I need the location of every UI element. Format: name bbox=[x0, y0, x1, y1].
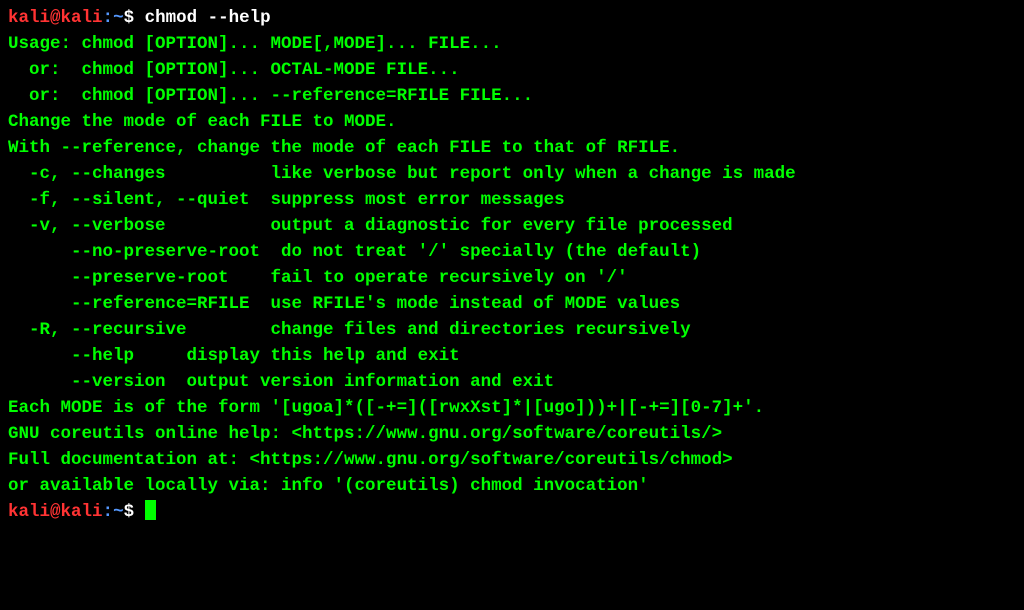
cursor-icon bbox=[145, 500, 156, 520]
output-line: Full documentation at: <https://www.gnu.… bbox=[8, 447, 1016, 473]
output-line: --version output version information and… bbox=[8, 369, 1016, 395]
prompt-user: kali bbox=[8, 8, 50, 28]
output-line: Each MODE is of the form '[ugoa]*([-+=](… bbox=[8, 395, 1016, 421]
prompt-line-1: kali@kali:~$ chmod --help bbox=[8, 5, 1016, 31]
output-line: -v, --verbose output a diagnostic for ev… bbox=[8, 213, 1016, 239]
prompt-path: ~ bbox=[113, 502, 124, 522]
output-line: -c, --changes like verbose but report on… bbox=[8, 161, 1016, 187]
output-line: --help display this help and exit bbox=[8, 343, 1016, 369]
output-line: or: chmod [OPTION]... --reference=RFILE … bbox=[8, 83, 1016, 109]
output-line: --reference=RFILE use RFILE's mode inste… bbox=[8, 291, 1016, 317]
command-input[interactable] bbox=[134, 502, 145, 522]
prompt-line-2[interactable]: kali@kali:~$ bbox=[8, 499, 1016, 525]
prompt-path: ~ bbox=[113, 8, 124, 28]
prompt-dollar: $ bbox=[124, 502, 135, 522]
output-line: --no-preserve-root do not treat '/' spec… bbox=[8, 239, 1016, 265]
prompt-at: @ bbox=[50, 8, 61, 28]
output-line: -R, --recursive change files and directo… bbox=[8, 317, 1016, 343]
prompt-colon: : bbox=[103, 8, 114, 28]
output-line: Change the mode of each FILE to MODE. bbox=[8, 109, 1016, 135]
prompt-at: @ bbox=[50, 502, 61, 522]
output-line: -f, --silent, --quiet suppress most erro… bbox=[8, 187, 1016, 213]
prompt-user: kali bbox=[8, 502, 50, 522]
prompt-host: kali bbox=[61, 8, 103, 28]
output-line: --preserve-root fail to operate recursiv… bbox=[8, 265, 1016, 291]
prompt-dollar: $ bbox=[124, 8, 135, 28]
prompt-host: kali bbox=[61, 502, 103, 522]
output-line: GNU coreutils online help: <https://www.… bbox=[8, 421, 1016, 447]
output-line: Usage: chmod [OPTION]... MODE[,MODE]... … bbox=[8, 31, 1016, 57]
prompt-colon: : bbox=[103, 502, 114, 522]
output-line: or available locally via: info '(coreuti… bbox=[8, 473, 1016, 499]
terminal-output[interactable]: kali@kali:~$ chmod --help Usage: chmod [… bbox=[8, 5, 1016, 525]
command-text: chmod --help bbox=[134, 8, 271, 28]
output-line: With --reference, change the mode of eac… bbox=[8, 135, 1016, 161]
output-line: or: chmod [OPTION]... OCTAL-MODE FILE... bbox=[8, 57, 1016, 83]
